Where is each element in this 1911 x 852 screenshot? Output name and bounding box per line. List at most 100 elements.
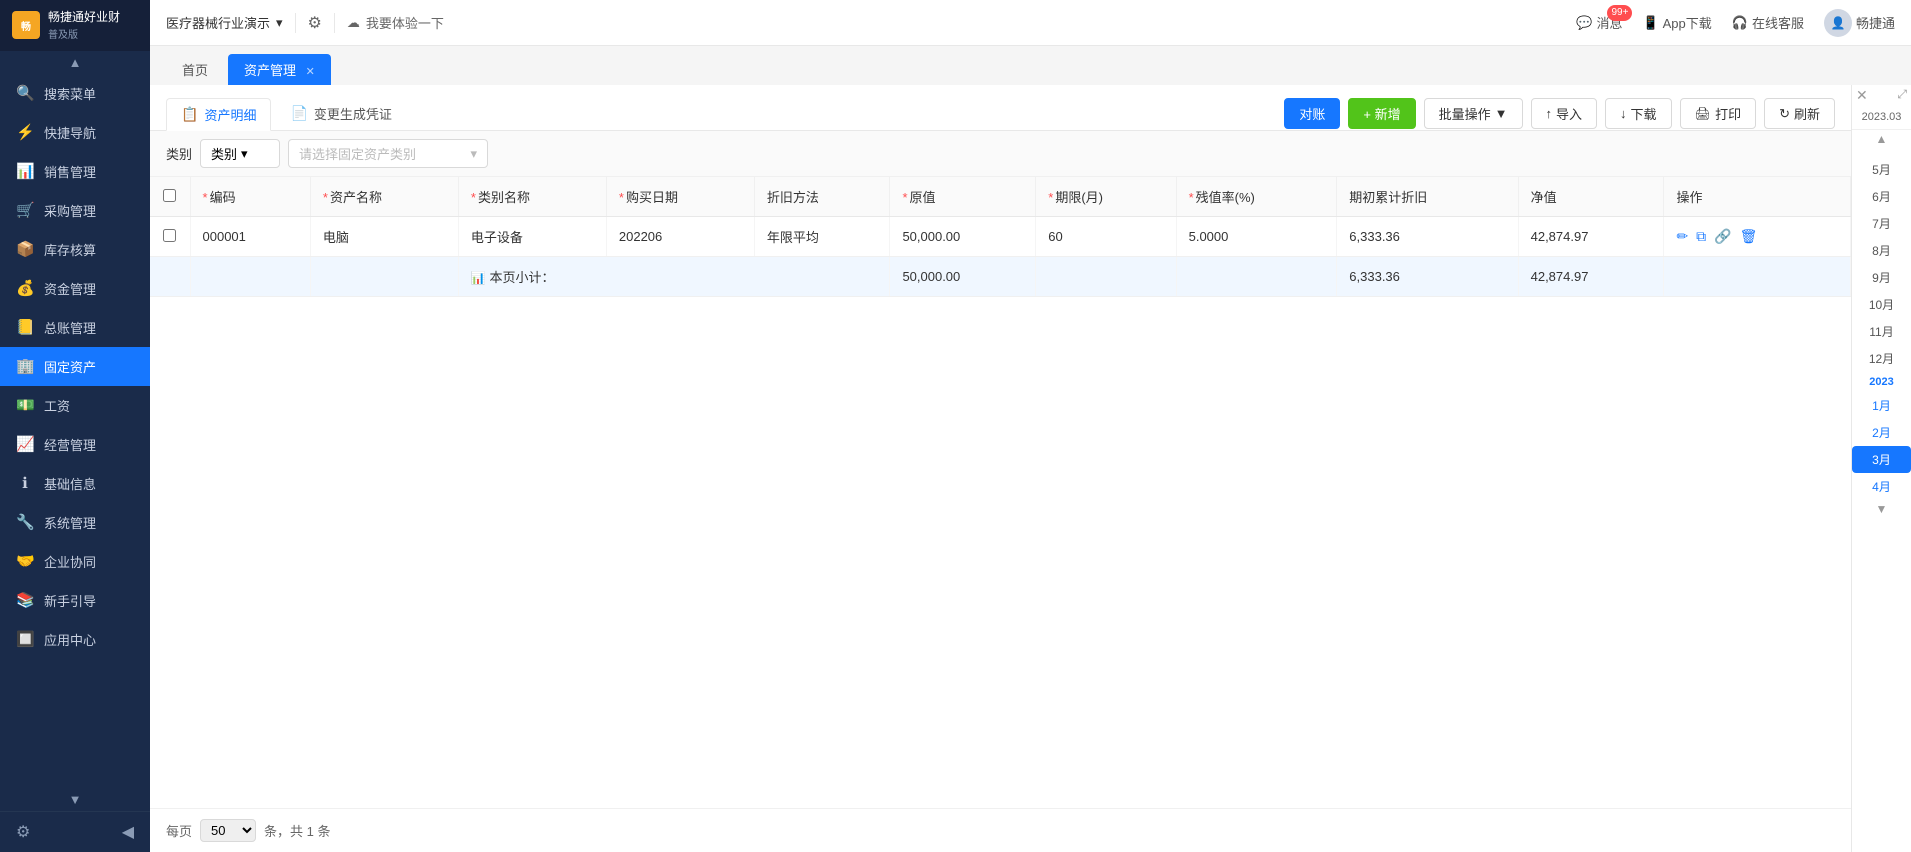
batch-dropdown-icon: ▼ [1495, 106, 1508, 121]
system-icon: 🔧 [16, 513, 34, 531]
download-button[interactable]: ↓ 下载 [1605, 98, 1672, 129]
calendar-expand-icon[interactable]: ⤢ [1897, 87, 1907, 102]
collaboration-icon: 🤝 [16, 552, 34, 570]
sub-tab-asset-detail-label: 资产明细 [204, 105, 256, 124]
sidebar-item-inventory[interactable]: 📦 库存核算 [0, 230, 150, 269]
user-menu[interactable]: 👤 畅捷通 [1824, 9, 1895, 37]
company-selector[interactable]: 医疗器械行业演示 ▾ [166, 13, 283, 32]
tab-home[interactable]: 首页 [166, 54, 224, 85]
table-header-row: *编码 *资产名称 *类别名称 *购买日期 折旧方法 *原值 *期限(月) *残… [150, 177, 1851, 217]
print-label: 打印 [1715, 104, 1741, 123]
actions-group: ✏ ⧉ 🔗 🗑 [1676, 228, 1838, 245]
category-placeholder: 请选择固定资产类别 [299, 144, 416, 163]
sub-tab-change-voucher[interactable]: 📄 变更生成凭证 [275, 97, 406, 130]
new-button[interactable]: + 新增 [1348, 98, 1415, 129]
sidebar-item-app-center[interactable]: 🔲 应用中心 [0, 620, 150, 659]
sidebar-nav: 🔍 搜索菜单 ⚡ 快捷导航 📊 销售管理 🛒 采购管理 📦 库存核算 💰 资金管… [0, 74, 150, 788]
sidebar-item-system[interactable]: 🔧 系统管理 [0, 503, 150, 542]
app-title: 畅捷通好业财 [48, 10, 120, 26]
calendar-month-feb[interactable]: 2月 [1852, 419, 1911, 446]
sidebar-item-label: 应用中心 [44, 630, 96, 649]
sidebar-item-purchase[interactable]: 🛒 采购管理 [0, 191, 150, 230]
calendar-month-dec[interactable]: 12月 [1852, 345, 1911, 372]
calendar-close-icon[interactable]: ✕ [1856, 87, 1868, 104]
edit-icon[interactable]: ✏ [1676, 228, 1688, 245]
subtotal-label: 本页小计： [489, 270, 554, 285]
download-label: 下载 [1631, 104, 1657, 123]
category-type-select[interactable]: 类别 ▾ [200, 139, 280, 168]
row-checkbox[interactable] [163, 229, 176, 242]
messages-button[interactable]: 💬 消息 99+ [1576, 13, 1622, 32]
download-icon: 📱 [1642, 15, 1658, 31]
col-accumulated: 期初累计折旧 [1337, 177, 1518, 217]
subtotal-net-value: 42,874.97 [1518, 257, 1664, 297]
experience-button[interactable]: ☁ 我要体验一下 [347, 13, 444, 32]
topbar: 医疗器械行业演示 ▾ ⚙ ☁ 我要体验一下 💬 消息 99+ 📱 App下载 🎧… [150, 0, 1911, 46]
sidebar-item-search[interactable]: 🔍 搜索菜单 [0, 74, 150, 113]
app-download-label: App下载 [1663, 13, 1712, 32]
reconcile-button[interactable]: 对账 [1284, 98, 1340, 129]
sidebar-item-label: 企业协同 [44, 552, 96, 571]
refresh-button[interactable]: ↻ 刷新 [1764, 98, 1835, 129]
col-actions: 操作 [1664, 177, 1851, 217]
sidebar-item-sales[interactable]: 📊 销售管理 [0, 152, 150, 191]
row-purchase-date: 202206 [606, 217, 754, 257]
calendar-month-nov[interactable]: 11月 [1852, 318, 1911, 345]
sidebar-item-quicknav[interactable]: ⚡ 快捷导航 [0, 113, 150, 152]
sidebar-item-newbie-guide[interactable]: 📚 新手引导 [0, 581, 150, 620]
calendar-month-aug[interactable]: 8月 [1852, 237, 1911, 264]
tab-asset-management[interactable]: 资产管理 ✕ [228, 54, 331, 85]
cloud-icon: ☁ [347, 15, 360, 31]
sidebar-scroll-down[interactable]: ▼ [0, 788, 150, 811]
row-depreciation-method: 年限平均 [754, 217, 890, 257]
per-page-select[interactable]: 50 100 200 [200, 819, 256, 842]
settings-icon[interactable]: ⚙ [16, 822, 30, 842]
calendar-month-may[interactable]: 5月 [1852, 156, 1911, 183]
sidebar-item-ledger[interactable]: 📒 总账管理 [0, 308, 150, 347]
table-row: 000001 电脑 电子设备 202206 年限平均 50,000.00 60 … [150, 217, 1851, 257]
link-icon[interactable]: 🔗 [1714, 228, 1731, 245]
calendar-month-jun[interactable]: 6月 [1852, 183, 1911, 210]
calendar-month-mar[interactable]: 3月 [1852, 446, 1911, 473]
calendar-current-year: 2023 [1852, 372, 1911, 392]
salary-icon: 💵 [16, 396, 34, 414]
topbar-divider [295, 13, 296, 33]
app-download-button[interactable]: 📱 App下载 [1642, 13, 1711, 32]
print-button[interactable]: 🖨 打印 [1680, 98, 1757, 129]
sub-tab-asset-detail[interactable]: 📋 资产明细 [166, 98, 271, 131]
sidebar-item-fixed-assets[interactable]: 🏢 固定资产 [0, 347, 150, 386]
sidebar: 畅 畅捷通好业财 普及版 ▲ 🔍 搜索菜单 ⚡ 快捷导航 📊 销售管理 🛒 采购… [0, 0, 150, 852]
row-original-value: 50,000.00 [890, 217, 1036, 257]
delete-icon[interactable]: 🗑 [1740, 228, 1758, 245]
calendar-month-oct[interactable]: 10月 [1852, 291, 1911, 318]
asset-table: *编码 *资产名称 *类别名称 *购买日期 折旧方法 *原值 *期限(月) *残… [150, 177, 1851, 297]
sidebar-scroll-up[interactable]: ▲ [0, 51, 150, 74]
row-accumulated: 6,333.36 [1337, 217, 1518, 257]
calendar-month-apr[interactable]: 4月 [1852, 473, 1911, 500]
collapse-icon[interactable]: ◀ [122, 822, 134, 842]
col-original-value: *原值 [890, 177, 1036, 217]
select-all-checkbox[interactable] [163, 189, 176, 202]
calendar-scroll-up[interactable]: ▲ [1874, 130, 1890, 148]
topbar-settings-icon[interactable]: ⚙ [308, 13, 322, 33]
sidebar-item-collaboration[interactable]: 🤝 企业协同 [0, 542, 150, 581]
content-area: 📋 资产明细 📄 变更生成凭证 对账 + 新增 批量操作 ▼ ↑ [150, 85, 1911, 852]
sidebar-item-salary[interactable]: 💵 工资 [0, 386, 150, 425]
calendar-month-jul[interactable]: 7月 [1852, 210, 1911, 237]
category-name-select[interactable]: 请选择固定资产类别 ▾ [288, 139, 488, 168]
tab-close-icon[interactable]: ✕ [306, 66, 315, 78]
sidebar-item-basic-info[interactable]: ℹ 基础信息 [0, 464, 150, 503]
calendar-scroll-down[interactable]: ▼ [1874, 500, 1890, 518]
customer-service-button[interactable]: 🎧 在线客服 [1732, 13, 1804, 32]
calendar-month-jan[interactable]: 1月 [1852, 392, 1911, 419]
sidebar-item-operations[interactable]: 📈 经营管理 [0, 425, 150, 464]
calendar-month-sep[interactable]: 9月 [1852, 264, 1911, 291]
sidebar-item-funds[interactable]: 💰 资金管理 [0, 269, 150, 308]
change-voucher-icon: 📄 [290, 105, 307, 122]
import-button[interactable]: ↑ 导入 [1531, 98, 1598, 129]
copy-icon[interactable]: ⧉ [1696, 228, 1706, 245]
ledger-icon: 📒 [16, 318, 34, 336]
company-name: 医疗器械行业演示 [166, 13, 270, 32]
quicknav-icon: ⚡ [16, 123, 34, 141]
batch-button[interactable]: 批量操作 ▼ [1424, 98, 1523, 129]
